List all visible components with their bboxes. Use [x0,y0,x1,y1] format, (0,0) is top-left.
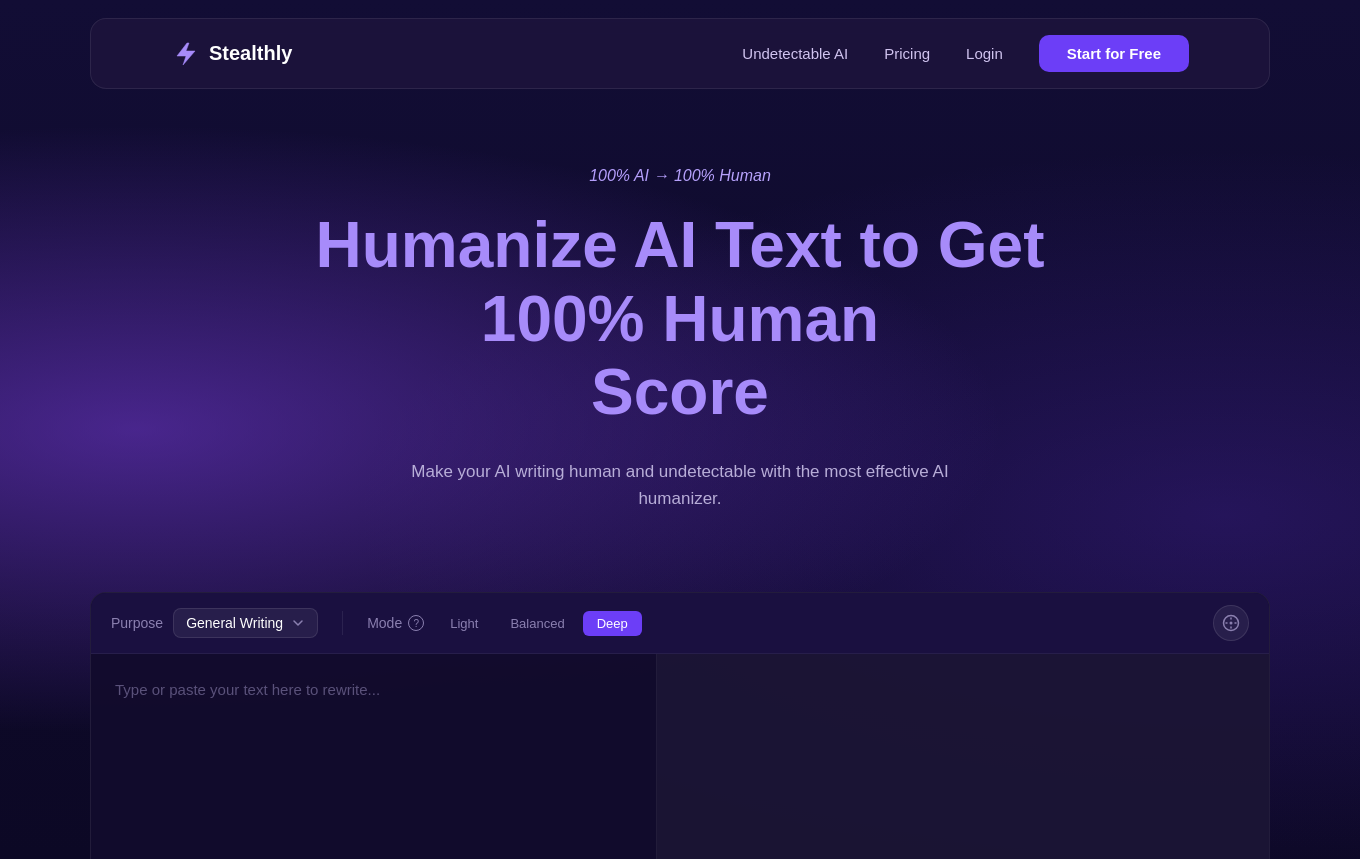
purpose-value: General Writing [186,615,283,631]
editor-container: Try A Sample Paste Text Your humanized c… [91,654,1269,859]
mode-deep-button[interactable]: Deep [583,611,642,636]
toolbar: Purpose General Writing Mode ? Light Bal… [91,593,1269,654]
input-panel: Try A Sample Paste Text [91,654,657,859]
output-panel: Your humanized content will appear here. [657,654,1270,859]
start-for-free-button[interactable]: Start for Free [1039,35,1189,72]
nav-link-pricing[interactable]: Pricing [884,45,930,62]
purpose-group: Purpose General Writing [111,608,318,638]
mode-light-button[interactable]: Light [436,611,492,636]
nav-link-login[interactable]: Login [966,45,1003,62]
hero-tag: 100% AI → 100% Human [20,167,1340,185]
hero-title-line2: Score [591,356,769,428]
compass-button[interactable] [1213,605,1249,641]
hero-section: 100% AI → 100% Human Humanize AI Text to… [0,107,1360,552]
purpose-label: Purpose [111,615,163,631]
svg-point-1 [1230,622,1233,625]
navbar: Stealthly Undetectable AI Pricing Login … [90,18,1270,89]
text-input[interactable] [91,654,656,859]
hero-title-line1: Humanize AI Text to Get 100% Human [316,209,1045,355]
hero-title: Humanize AI Text to Get 100% Human Score [230,209,1130,430]
mode-options: Light Balanced Deep [436,611,642,636]
hero-subtitle: Make your AI writing human and undetecta… [370,458,990,512]
nav-link-undetectable-ai[interactable]: Undetectable AI [742,45,848,62]
nav-links: Undetectable AI Pricing Login Start for … [742,35,1189,72]
logo-icon [171,40,199,68]
mode-group: Mode ? Light Balanced Deep [367,611,642,636]
mode-label: Mode ? [367,615,424,631]
toolbar-divider [342,611,343,635]
mode-balanced-button[interactable]: Balanced [496,611,578,636]
purpose-select[interactable]: General Writing [173,608,318,638]
mode-help-icon[interactable]: ? [408,615,424,631]
compass-icon [1222,614,1240,632]
logo[interactable]: Stealthly [171,40,292,68]
logo-text: Stealthly [209,42,292,65]
tool-panel: Purpose General Writing Mode ? Light Bal… [90,592,1270,859]
chevron-down-icon [291,616,305,630]
